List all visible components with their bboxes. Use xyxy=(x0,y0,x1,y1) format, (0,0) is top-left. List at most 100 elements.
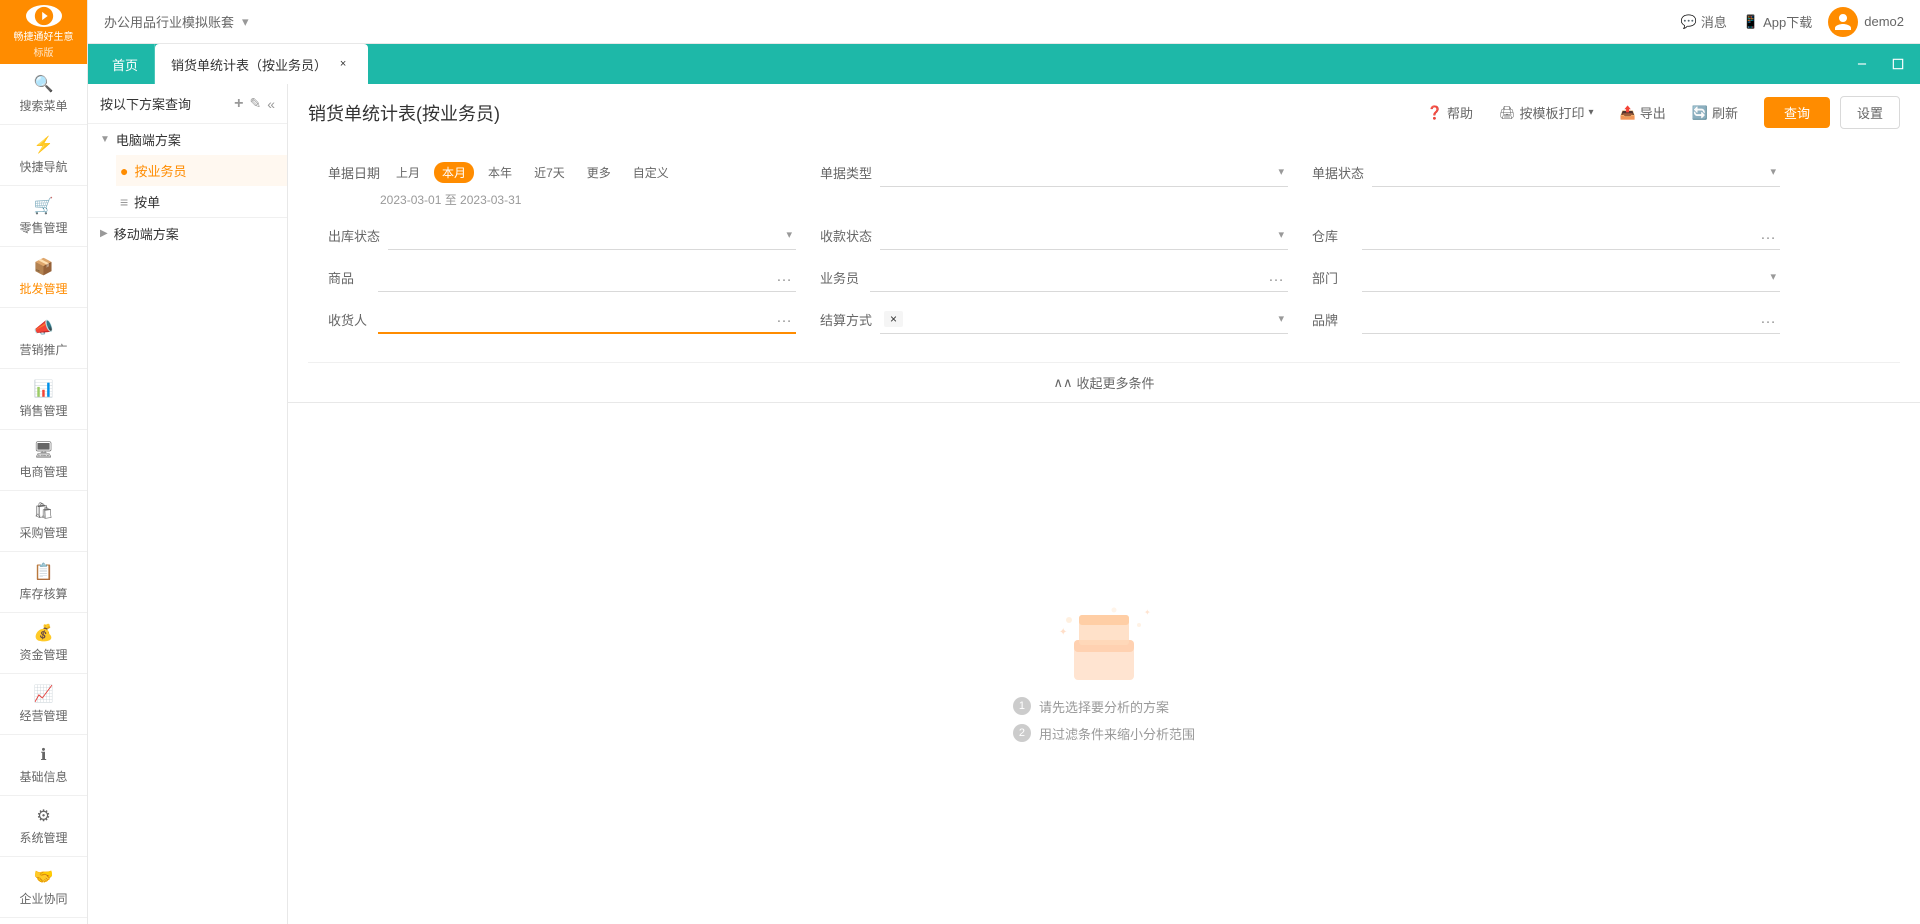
wholesale-icon: 📦 xyxy=(34,257,54,277)
tab-home-label: 首页 xyxy=(112,55,138,74)
sidebar-item-guide[interactable]: 🎯 新手引导 xyxy=(0,918,87,924)
filter-receiver-cell: 收货人 … xyxy=(328,304,796,334)
sidebar-item-operations[interactable]: 📈 经营管理 xyxy=(0,674,87,735)
sidebar-item-marketing[interactable]: 📣 营销推广 xyxy=(0,308,87,369)
date-label: 单据日期 xyxy=(328,163,380,182)
billtype-control: ▾ xyxy=(880,157,1288,187)
brand-input[interactable]: … xyxy=(1362,304,1780,334)
export-label: 导出 xyxy=(1640,103,1666,122)
salesperson-input[interactable]: … xyxy=(870,262,1288,292)
receiver-dots-icon[interactable]: … xyxy=(776,309,792,327)
mobile-scheme-label: 移动端方案 xyxy=(114,224,179,243)
date-tab-thismonth[interactable]: 本月 xyxy=(434,162,474,183)
warehouse-dots-icon[interactable]: … xyxy=(1760,226,1776,244)
sidebar-item-collab[interactable]: 🤝 企业协同 xyxy=(0,857,87,918)
print-icon: 🖨 xyxy=(1499,105,1516,121)
date-tab-lastmonth[interactable]: 上月 xyxy=(388,162,428,183)
sidebar-item-basicinfo[interactable]: ℹ 基础信息 xyxy=(0,735,87,796)
add-scheme-btn[interactable]: + xyxy=(234,95,243,113)
sidebar-item-purchase[interactable]: 🛍 采购管理 xyxy=(0,491,87,552)
sidebar-item-ecommerce[interactable]: 🖥 电商管理 xyxy=(0,430,87,491)
sidebar-item-quicknav[interactable]: ⚡ 快捷导航 xyxy=(0,125,87,186)
sidebar: 畅捷通好生意 标版 🔍 搜索菜单 ⚡ 快捷导航 🛒 零售管理 📦 批发管理 📣 … xyxy=(0,0,88,924)
sidebar-item-quicknav-label: 快捷导航 xyxy=(19,158,67,175)
payment-control: × ▾ xyxy=(880,304,1288,334)
desktop-scheme-node[interactable]: ▼ 电脑端方案 xyxy=(88,124,287,155)
warehouse-control: … xyxy=(1362,220,1780,250)
query-btn[interactable]: 查询 xyxy=(1764,97,1830,128)
receiver-input[interactable]: … xyxy=(378,304,796,334)
print-dropdown-icon: ▾ xyxy=(1589,107,1594,118)
page-actions: ❓ 帮助 🖨 按模板打印 ▾ 📤 导出 🔄 xyxy=(1419,96,1900,129)
export-btn[interactable]: 📤 导出 xyxy=(1612,99,1674,126)
sidebar-item-marketing-label: 营销推广 xyxy=(19,341,67,358)
tree-arrow-mobile: ▶ xyxy=(100,228,108,239)
mobile-scheme-node[interactable]: ▶ 移动端方案 xyxy=(88,218,287,249)
filter-billtype-cell: 单据类型 ▾ xyxy=(820,157,1288,187)
app-download-label: App下载 xyxy=(1763,12,1812,31)
refresh-btn[interactable]: 🔄 刷新 xyxy=(1684,99,1746,126)
left-panel: 按以下方案查询 + ✎ « ▼ 电脑端方案 ● 按业务员 ≡ 按单 xyxy=(88,84,288,924)
salesperson-dots-icon[interactable]: … xyxy=(1268,268,1284,286)
scheme-by-order[interactable]: ≡ 按单 xyxy=(116,186,287,217)
collapse-btn[interactable]: ∧∧ 收起更多条件 xyxy=(1053,373,1154,392)
outstatus-select[interactable] xyxy=(388,220,796,249)
receiptstatus-select[interactable] xyxy=(880,220,1288,249)
payment-tag-close[interactable]: × xyxy=(890,312,897,326)
tab-close-btn[interactable]: × xyxy=(335,56,351,72)
message-btn[interactable]: 💬 消息 xyxy=(1681,12,1727,31)
page-title: 销货单统计表(按业务员) xyxy=(308,100,500,126)
billstatus-select[interactable] xyxy=(1372,157,1780,186)
step1-num: 1 xyxy=(1013,697,1031,715)
sidebar-item-inventory[interactable]: 📋 库存核算 xyxy=(0,552,87,613)
tab-maximize-btn[interactable] xyxy=(1884,50,1912,78)
collapse-panel-btn[interactable]: « xyxy=(267,96,275,112)
scheme-by-salesperson[interactable]: ● 按业务员 xyxy=(116,155,287,186)
payment-tag: × xyxy=(884,311,903,327)
goods-input[interactable]: … xyxy=(378,262,796,292)
sidebar-item-sales[interactable]: 📊 销售管理 xyxy=(0,369,87,430)
user-profile[interactable]: demo2 xyxy=(1828,7,1904,37)
message-label: 消息 xyxy=(1701,12,1727,31)
scheme-active-icon: ● xyxy=(120,163,128,179)
warehouse-label: 仓库 xyxy=(1312,226,1354,245)
search-icon: 🔍 xyxy=(34,74,54,94)
tab-sales-report[interactable]: 销货单统计表（按业务员） × xyxy=(155,44,368,84)
date-tab-more[interactable]: 更多 xyxy=(579,162,619,183)
svg-text:✦: ✦ xyxy=(1059,627,1067,638)
help-btn[interactable]: ❓ 帮助 xyxy=(1419,99,1481,126)
department-select[interactable] xyxy=(1362,262,1780,291)
sidebar-item-retail[interactable]: 🛒 零售管理 xyxy=(0,186,87,247)
date-range-display: 2023-03-01 至 2023-03-31 xyxy=(328,191,1780,208)
billtype-select[interactable] xyxy=(880,157,1288,186)
sidebar-logo: 畅捷通好生意 标版 xyxy=(0,0,87,64)
topbar-app-name: 办公用品行业模拟账套 xyxy=(104,12,234,31)
topbar-dropdown-arrow[interactable]: ▾ xyxy=(242,14,249,30)
receiver-control: … xyxy=(378,304,796,334)
main-container: 办公用品行业模拟账套 ▾ 💬 消息 📱 App下载 demo2 首页 xyxy=(88,0,1920,924)
purchase-icon: 🛍 xyxy=(33,501,53,521)
settings-btn[interactable]: 设置 xyxy=(1840,96,1900,129)
app-download-btn[interactable]: 📱 App下载 xyxy=(1743,12,1812,31)
sidebar-item-finance[interactable]: 💰 资金管理 xyxy=(0,613,87,674)
date-tab-thisyear[interactable]: 本年 xyxy=(480,162,520,183)
sidebar-item-wholesale[interactable]: 📦 批发管理 xyxy=(0,247,87,308)
warehouse-input[interactable]: … xyxy=(1362,220,1780,250)
print-btn[interactable]: 🖨 按模板打印 ▾ xyxy=(1491,99,1602,126)
edit-scheme-btn[interactable]: ✎ xyxy=(249,95,261,112)
collapse-up-icon: ∧∧ xyxy=(1053,375,1072,391)
tab-home[interactable]: 首页 xyxy=(96,44,155,84)
payment-select[interactable] xyxy=(903,304,1288,333)
department-label: 部门 xyxy=(1312,268,1354,287)
date-tab-7days[interactable]: 近7天 xyxy=(526,162,573,183)
sidebar-item-search[interactable]: 🔍 搜索菜单 xyxy=(0,64,87,125)
brand-dots-icon[interactable]: … xyxy=(1760,310,1776,328)
filter-warehouse-cell: 仓库 … xyxy=(1312,220,1780,250)
sidebar-item-system[interactable]: ⚙ 系统管理 xyxy=(0,796,87,857)
filter-department-cell: 部门 ▾ xyxy=(1312,262,1780,292)
outstatus-label: 出库状态 xyxy=(328,226,380,245)
date-tab-custom[interactable]: 自定义 xyxy=(625,162,677,183)
goods-dots-icon[interactable]: … xyxy=(776,268,792,286)
billstatus-select-wrapper: ▾ xyxy=(1372,157,1780,187)
tab-minimize-btn[interactable] xyxy=(1848,50,1876,78)
